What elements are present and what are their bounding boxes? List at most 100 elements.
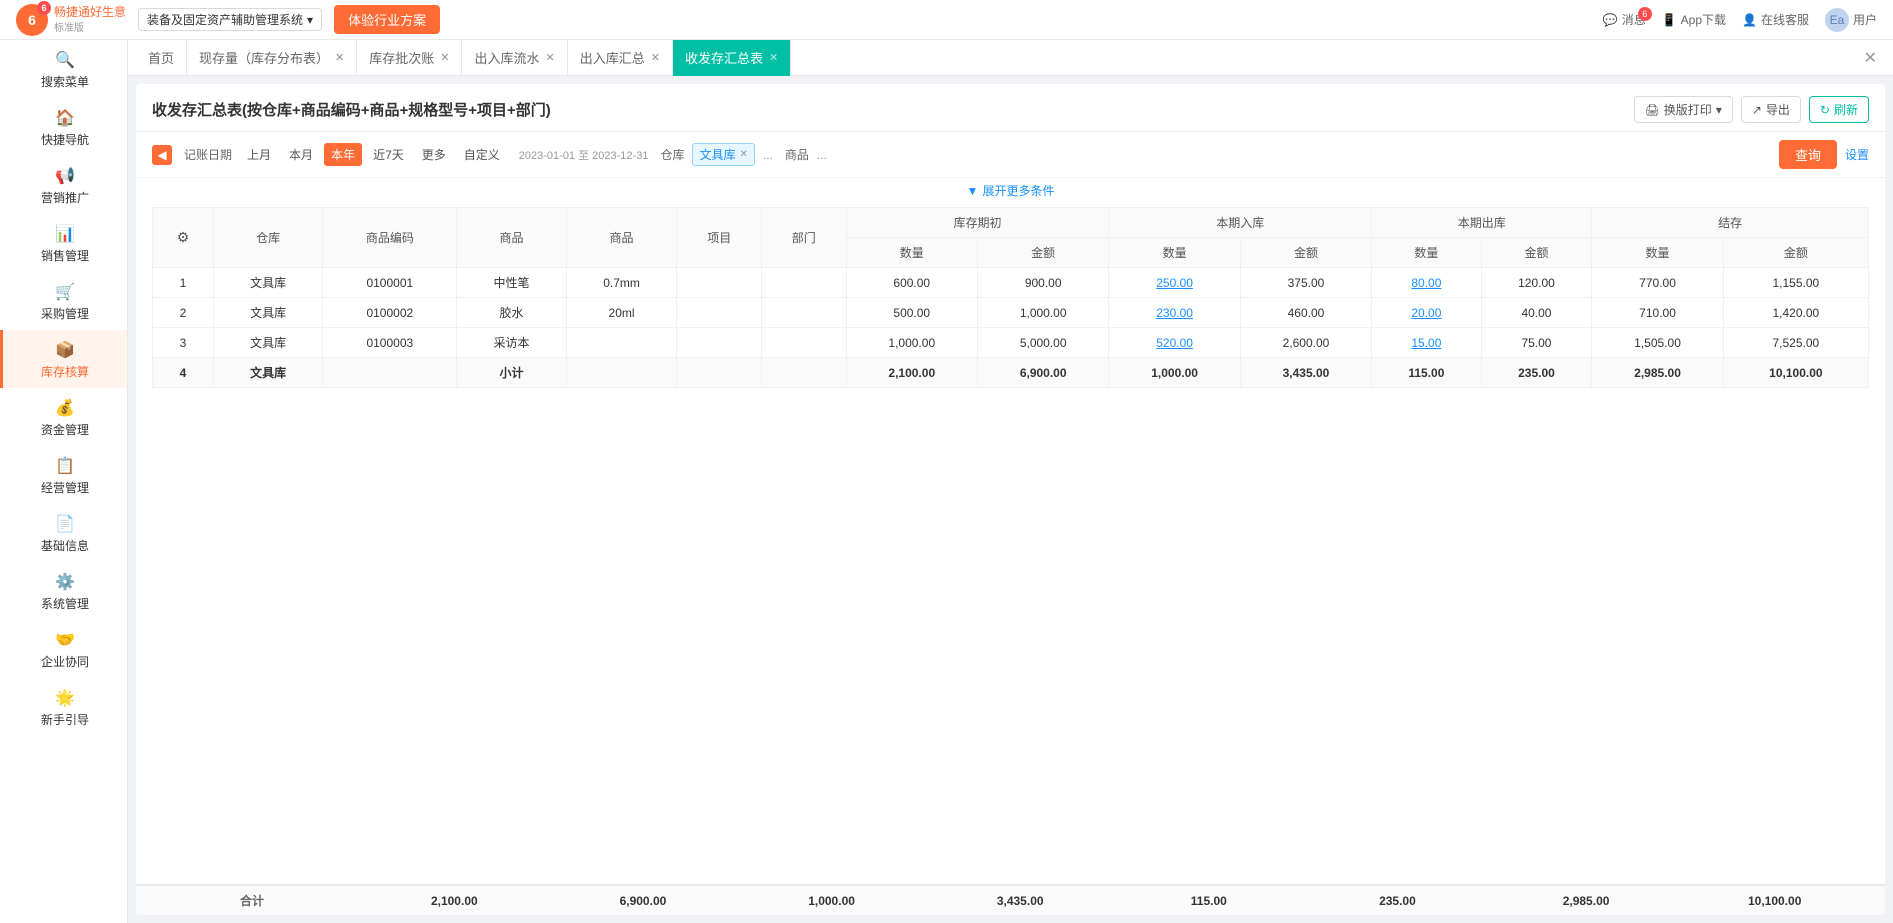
row-item bbox=[677, 298, 762, 328]
table-row: 2 文具库 0100002 胶水 20ml 500.00 1,000.00 23… bbox=[153, 298, 1869, 328]
print-button[interactable]: 🖨 换版打印 ▾ bbox=[1634, 96, 1733, 123]
system-icon: ⚙️ bbox=[55, 572, 75, 592]
user-item[interactable]: Ea 用户 bbox=[1825, 8, 1877, 32]
brand-info: 畅捷通好生意 标准版 bbox=[54, 5, 126, 34]
online-service-item[interactable]: 👤 在线客服 bbox=[1742, 11, 1809, 28]
sidebar-item-business[interactable]: 📋 经营管理 bbox=[0, 446, 127, 504]
row-dept bbox=[761, 268, 846, 298]
inventory-icon: 📦 bbox=[55, 340, 75, 360]
app-download-item[interactable]: 📱 App下载 bbox=[1662, 11, 1726, 28]
business-icon: 📋 bbox=[55, 456, 75, 476]
sidebar-item-guide[interactable]: 🌟 新手引导 bbox=[0, 678, 127, 736]
tab-inventory-dist[interactable]: 现存量（库存分布表） ✕ bbox=[187, 40, 357, 76]
sidebar-item-inventory[interactable]: 📦 库存核算 bbox=[0, 330, 127, 388]
sidebar-item-basic[interactable]: 📄 基础信息 bbox=[0, 504, 127, 562]
this-year-btn[interactable]: 本年 bbox=[324, 143, 362, 166]
row-start-amt: 1,000.00 bbox=[977, 298, 1108, 328]
tab-home[interactable]: 首页 bbox=[136, 40, 187, 76]
tab-close-recv-summary[interactable]: ✕ bbox=[769, 51, 778, 64]
footer-in-amt: 3,435.00 bbox=[926, 894, 1115, 908]
row-bal-amt: 1,155.00 bbox=[1723, 268, 1868, 298]
row-spec: 0.7mm bbox=[566, 268, 677, 298]
sidebar-item-collab[interactable]: 🤝 企业协同 bbox=[0, 620, 127, 678]
footer-out-qty: 115.00 bbox=[1115, 894, 1304, 908]
sidebar-item-sales[interactable]: 📊 销售管理 bbox=[0, 214, 127, 272]
finance-icon: 💰 bbox=[55, 398, 75, 418]
this-month-btn[interactable]: 本月 bbox=[282, 143, 320, 166]
page-actions: 🖨 换版打印 ▾ ↗ 导出 ↻ 刷新 bbox=[1634, 96, 1869, 123]
row-dept bbox=[761, 358, 846, 388]
more-date-btn[interactable]: 更多 bbox=[415, 143, 453, 166]
row-code: 0100003 bbox=[323, 328, 457, 358]
guide-icon: 🌟 bbox=[55, 688, 75, 708]
row-in-amt: 375.00 bbox=[1240, 268, 1371, 298]
sidebar-item-purchase[interactable]: 🛒 采购管理 bbox=[0, 272, 127, 330]
sidebar-label-basic: 基础信息 bbox=[41, 537, 89, 554]
7days-btn[interactable]: 近7天 bbox=[366, 143, 411, 166]
sidebar-label-purchase: 采购管理 bbox=[41, 305, 89, 322]
row-start-amt: 900.00 bbox=[977, 268, 1108, 298]
footer-start-amt: 6,900.00 bbox=[549, 894, 738, 908]
table-body: 1 文具库 0100001 中性笔 0.7mm 600.00 900.00 25… bbox=[153, 268, 1869, 388]
tab-close-flow[interactable]: ✕ bbox=[546, 51, 555, 64]
tab-summary[interactable]: 出入库汇总 ✕ bbox=[568, 40, 673, 76]
sidebar-item-system[interactable]: ⚙️ 系统管理 bbox=[0, 562, 127, 620]
sidebar-label-quick: 快捷导航 bbox=[41, 131, 89, 148]
row-out-amt: 75.00 bbox=[1481, 328, 1592, 358]
tab-batch[interactable]: 库存批次账 ✕ bbox=[357, 40, 462, 76]
warehouse-remove-btn[interactable]: ✕ bbox=[739, 149, 747, 160]
row-in-qty[interactable]: 230.00 bbox=[1109, 298, 1240, 328]
row-bal-amt: 10,100.00 bbox=[1723, 358, 1868, 388]
col-period-out-header: 本期出库 bbox=[1372, 208, 1592, 238]
row-in-amt: 2,600.00 bbox=[1240, 328, 1371, 358]
row-in-qty[interactable]: 520.00 bbox=[1109, 328, 1240, 358]
messages-item[interactable]: 💬 消息 6 bbox=[1603, 11, 1646, 28]
query-button[interactable]: 查询 bbox=[1779, 140, 1837, 169]
warehouse-filter-label: 仓库 bbox=[660, 146, 684, 163]
refresh-button[interactable]: ↻ 刷新 bbox=[1809, 96, 1869, 123]
tab-close-summary[interactable]: ✕ bbox=[651, 51, 660, 64]
prev-month-btn[interactable]: 上月 bbox=[240, 143, 278, 166]
goods-more-btn[interactable]: ... bbox=[817, 148, 827, 162]
row-out-qty[interactable]: 20.00 bbox=[1372, 298, 1481, 328]
app-download-label: App下载 bbox=[1681, 11, 1726, 28]
row-item bbox=[677, 328, 762, 358]
export-button[interactable]: ↗ 导出 bbox=[1741, 96, 1801, 123]
logo-area: 6 6 畅捷通好生意 标准版 bbox=[16, 4, 126, 36]
sidebar-item-quick[interactable]: 🏠 快捷导航 bbox=[0, 98, 127, 156]
tab-bar-close-btn[interactable]: ✕ bbox=[1856, 48, 1885, 68]
logo-badge: 6 bbox=[37, 1, 51, 15]
footer-in-qty: 1,000.00 bbox=[737, 894, 926, 908]
row-product: 胶水 bbox=[457, 298, 566, 328]
content-area: 首页 现存量（库存分布表） ✕ 库存批次账 ✕ 出入库流水 ✕ 出入库汇总 ✕ … bbox=[128, 40, 1893, 923]
sidebar-item-finance[interactable]: 💰 资金管理 bbox=[0, 388, 127, 446]
tab-close-inventory-dist[interactable]: ✕ bbox=[335, 51, 344, 64]
table-header-group: ⚙ 仓库 商品编码 商品 商品 项目 部门 库存期初 本期入库 本期出库 结存 bbox=[153, 208, 1869, 238]
tab-flow[interactable]: 出入库流水 ✕ bbox=[462, 40, 567, 76]
row-out-qty[interactable]: 15.00 bbox=[1372, 328, 1481, 358]
sidebar-item-marketing[interactable]: 📢 营销推广 bbox=[0, 156, 127, 214]
date-range-display: 2023-01-01 至 2023-12-31 bbox=[519, 147, 649, 163]
system-title: 装备及固定资产辅助管理系统 bbox=[147, 11, 303, 28]
trial-button[interactable]: 体验行业方案 bbox=[334, 5, 440, 34]
data-table: ⚙ 仓库 商品编码 商品 商品 项目 部门 库存期初 本期入库 本期出库 结存 bbox=[152, 207, 1869, 388]
warehouse-more-btn[interactable]: ... bbox=[763, 148, 773, 162]
row-in-qty[interactable]: 250.00 bbox=[1109, 268, 1240, 298]
row-out-qty[interactable]: 80.00 bbox=[1372, 268, 1481, 298]
row-no: 2 bbox=[153, 298, 214, 328]
settings-link[interactable]: 设置 bbox=[1845, 146, 1869, 163]
tab-recv-summary[interactable]: 收发存汇总表 ✕ bbox=[673, 40, 791, 76]
footer-bal-amt: 10,100.00 bbox=[1680, 894, 1869, 908]
warehouse-tag[interactable]: 文具库 ✕ bbox=[692, 143, 754, 166]
filter-toggle-btn[interactable]: ◀ bbox=[152, 145, 172, 165]
dropdown-arrow-icon: ▾ bbox=[307, 13, 313, 27]
system-selector[interactable]: 装备及固定资产辅助管理系统 ▾ bbox=[138, 8, 322, 31]
gear-icon[interactable]: ⚙ bbox=[177, 229, 190, 245]
custom-btn[interactable]: 自定义 bbox=[457, 143, 507, 166]
row-product: 中性笔 bbox=[457, 268, 566, 298]
row-item bbox=[677, 268, 762, 298]
row-bal-qty: 770.00 bbox=[1592, 268, 1723, 298]
tab-close-batch[interactable]: ✕ bbox=[440, 51, 449, 64]
expand-conditions-btn[interactable]: ▼ 展开更多条件 bbox=[967, 182, 1055, 199]
sidebar-item-search[interactable]: 🔍 搜索菜单 bbox=[0, 40, 127, 98]
